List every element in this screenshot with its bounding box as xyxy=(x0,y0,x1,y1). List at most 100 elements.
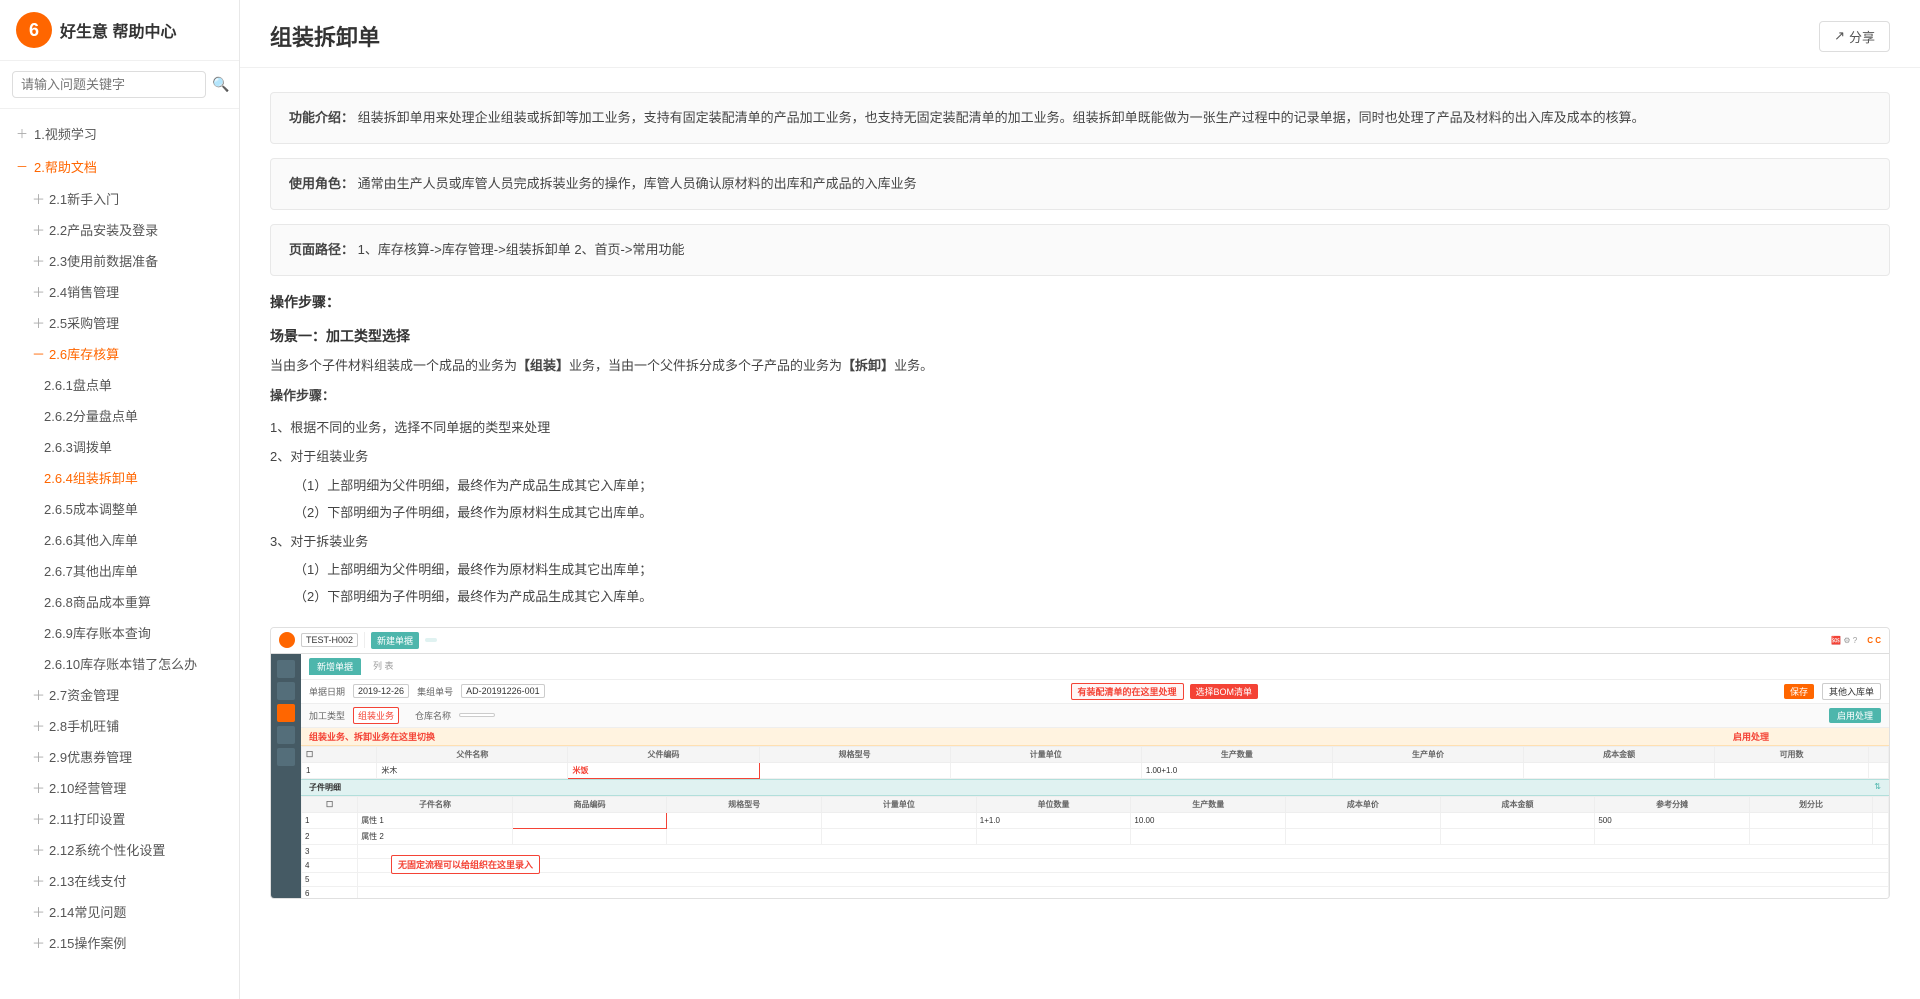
sidebar-item-1[interactable]: ＋ 1.视频学习 xyxy=(0,117,239,150)
sidebar-item-2-7[interactable]: ＋2.7资金管理 xyxy=(0,679,239,710)
expand-icon: ＋ xyxy=(32,719,45,734)
ops-steps-title: 操作步骤： xyxy=(270,292,1890,312)
sidebar-item-2-2[interactable]: ＋2.2产品安装及登录 xyxy=(0,214,239,245)
scenario-1-title: 场景一：加工类型选择 xyxy=(270,326,1890,346)
path-text: 1、库存核算->库存管理->组装拆卸单 2、首页->常用功能 xyxy=(358,242,685,257)
mock-tab-2 xyxy=(425,638,437,642)
mock-th-avail: 可用数 xyxy=(1715,746,1869,762)
expand-icon: ＋ xyxy=(32,316,45,331)
screenshot-wrapper: TEST-H002 新建单据 🆘 ⚙ ? C C xyxy=(270,627,1890,899)
sidebar-item-2-6-3[interactable]: 2.6.3调拨单 xyxy=(0,431,239,462)
sidebar-item-2-14[interactable]: ＋2.14常见问题 xyxy=(0,896,239,927)
share-label: 分享 xyxy=(1849,27,1875,46)
sidebar-item-2-9[interactable]: ＋2.9优惠券管理 xyxy=(0,741,239,772)
mock-save-btn[interactable]: 保存 xyxy=(1784,684,1814,699)
sidebar-item-2-4[interactable]: ＋2.4销售管理 xyxy=(0,276,239,307)
mock-subtable-icon[interactable]: ⇅ xyxy=(1874,782,1881,791)
sidebar-item-2-12[interactable]: ＋2.12系统个性化设置 xyxy=(0,834,239,865)
mock-sub-th-2: 子件名称 xyxy=(358,796,513,812)
expand-icon: ＋ xyxy=(32,936,45,951)
sidebar-item-2-6-7[interactable]: 2.6.7其他出库单 xyxy=(0,555,239,586)
mock-date-label: 单据日期 xyxy=(309,685,345,698)
expand-icon: ＋ xyxy=(32,192,45,207)
expand-icon: ＋ xyxy=(32,843,45,858)
sidebar-item-2-6-5[interactable]: 2.6.5成本调整单 xyxy=(0,493,239,524)
sidebar-item-2-6-2[interactable]: 2.6.2分量盘点单 xyxy=(0,400,239,431)
step-2-sub-1: （1）上部明细为父件明细，最终作为产成品生成其它入库单； xyxy=(294,472,1890,499)
expand-icon: ＋ xyxy=(32,874,45,889)
mock-docno-label: 集组单号 xyxy=(417,685,453,698)
mock-th-action xyxy=(1869,746,1889,762)
search-input[interactable] xyxy=(12,71,206,98)
expand-icon: ＋ xyxy=(16,125,28,142)
main-content: 组装拆卸单 ↗ 分享 功能介绍： 组装拆卸单用来处理企业组装或拆卸等加工业务，支… xyxy=(240,0,1920,999)
step-2-sub: （1）上部明细为父件明细，最终作为产成品生成其它入库单； （2）下部明细为子件明… xyxy=(270,472,1890,527)
sidebar-item-2-6-10[interactable]: 2.6.10库存账本错了怎么办 xyxy=(0,648,239,679)
mock-sub-th-3: 商品编码 xyxy=(512,796,667,812)
function-intro-block: 功能介绍： 组装拆卸单用来处理企业组装或拆卸等加工业务，支持有固定装配清单的产品… xyxy=(270,92,1890,144)
collapse-icon: － xyxy=(16,158,28,175)
mock-annotation-2: 组装业务、拆卸业务在这里切换 xyxy=(309,732,435,742)
mock-th-spec: 规格型号 xyxy=(759,746,950,762)
sidebar-item-label: 1.视频学习 xyxy=(34,124,97,143)
sidebar-item-2-6-6[interactable]: 2.6.6其他入库单 xyxy=(0,524,239,555)
mock-select-bom-btn[interactable]: 选择BOM清单 xyxy=(1190,684,1259,699)
share-icon: ↗ xyxy=(1834,28,1845,44)
expand-icon: ＋ xyxy=(32,254,45,269)
mock-confirm-btn[interactable]: 其他入库单 xyxy=(1822,683,1881,700)
sidebar-item-2[interactable]: － 2.帮助文档 xyxy=(0,150,239,183)
mock-th-unit: 计量单位 xyxy=(950,746,1141,762)
sidebar-item-2-6-1[interactable]: 2.6.1盘点单 xyxy=(0,369,239,400)
mock-bom-annotation: 有装配清单的在这里处理 xyxy=(1071,683,1184,700)
step-3: 3、对于拆装业务 xyxy=(270,527,1890,556)
expand-icon: ＋ xyxy=(32,750,45,765)
sidebar-item-2-5[interactable]: ＋2.5采购管理 xyxy=(0,307,239,338)
mock-form-new-btn[interactable]: 新增单据 xyxy=(309,658,361,675)
sidebar-item-2-10[interactable]: ＋2.10经营管理 xyxy=(0,772,239,803)
mock-new-tab-btn[interactable]: 新建单据 xyxy=(371,632,419,649)
mock-date-value[interactable]: 2019-12-26 xyxy=(353,684,409,698)
sidebar-item-2-6-8[interactable]: 2.6.8商品成本重算 xyxy=(0,586,239,617)
sidebar-title: 好生意 帮助中心 xyxy=(60,18,176,42)
mock-table-row-1: 1 米木 米饭 1.00+1.0 xyxy=(302,762,1889,778)
step-3-sub: （1）上部明细为父件明细，最终作为原材料生成其它出库单； （2）下部明细为子件明… xyxy=(270,556,1890,611)
sidebar-item-2-6-9[interactable]: 2.6.9库存账本查询 xyxy=(0,617,239,648)
sidebar-item-2-15[interactable]: ＋2.15操作案例 xyxy=(0,927,239,958)
mock-icons-area: 🆘 ⚙ ? xyxy=(1831,636,1857,645)
sidebar-item-2-6-4[interactable]: 2.6.4组装拆卸单 xyxy=(0,462,239,493)
sidebar-item-2-3[interactable]: ＋2.3使用前数据准备 xyxy=(0,245,239,276)
mock-sub-row-5: 5 xyxy=(302,872,1889,886)
mock-sub-th-action xyxy=(1873,796,1889,812)
mock-sub-th-9: 成本金额 xyxy=(1440,796,1595,812)
sidebar-item-2-6[interactable]: －2.6库存核算 xyxy=(0,338,239,369)
mock-warehouse-label: 仓库名称 xyxy=(415,709,451,722)
mock-sub-th-10: 参考分摊 xyxy=(1595,796,1750,812)
search-box: 🔍 xyxy=(0,61,239,109)
mock-th-cost: 成本金额 xyxy=(1524,746,1715,762)
mock-biztype-select[interactable]: 组装业务 xyxy=(353,707,399,724)
sidebar-item-2-1[interactable]: ＋2.1新手入门 xyxy=(0,183,239,214)
role-text: 通常由生产人员或库管人员完成拆装业务的操作，库管人员确认原材料的出库和产成品的入… xyxy=(358,176,917,191)
mock-subtable-title: 子件明细 xyxy=(309,783,341,792)
role-block: 使用角色： 通常由生产人员或库管人员完成拆装业务的操作，库管人员确认原材料的出库… xyxy=(270,158,1890,210)
expand-icon: ＋ xyxy=(32,812,45,827)
step-3-sub-2: （2）下部明细为子件明细，最终作为产成品生成其它入库单。 xyxy=(294,583,1890,610)
content-body: 功能介绍： 组装拆卸单用来处理企业组装或拆卸等加工业务，支持有固定装配清单的产品… xyxy=(240,68,1920,999)
sidebar: 6 好生意 帮助中心 🔍 ＋ 1.视频学习 － 2.帮助文档 ＋2.1新手入门 … xyxy=(0,0,240,999)
mock-form-list-btn[interactable]: 列 表 xyxy=(367,657,400,676)
sidebar-item-2-13[interactable]: ＋2.13在线支付 xyxy=(0,865,239,896)
mock-sub-th-6: 单位数量 xyxy=(976,796,1131,812)
search-icon[interactable]: 🔍 xyxy=(212,76,229,93)
sidebar-item-2-11[interactable]: ＋2.11打印设置 xyxy=(0,803,239,834)
mock-sub-th-11: 划分比 xyxy=(1749,796,1872,812)
mock-warehouse-input[interactable] xyxy=(459,713,495,717)
sidebar-item-2-8[interactable]: ＋2.8手机旺铺 xyxy=(0,710,239,741)
sidebar-header: 6 好生意 帮助中心 xyxy=(0,0,239,61)
mock-th-parentname: 父件名称 xyxy=(377,746,568,762)
function-intro-text: 组装拆卸单用来处理企业组装或拆卸等加工业务，支持有固定装配清单的产品加工业务，也… xyxy=(358,110,1645,125)
role-label: 使用角色： xyxy=(289,176,354,191)
expand-icon: ＋ xyxy=(32,905,45,920)
mock-confirm2-btn[interactable]: 启用处理 xyxy=(1829,708,1881,723)
share-button[interactable]: ↗ 分享 xyxy=(1819,21,1890,52)
mock-sub-th-7: 生产数量 xyxy=(1131,796,1286,812)
